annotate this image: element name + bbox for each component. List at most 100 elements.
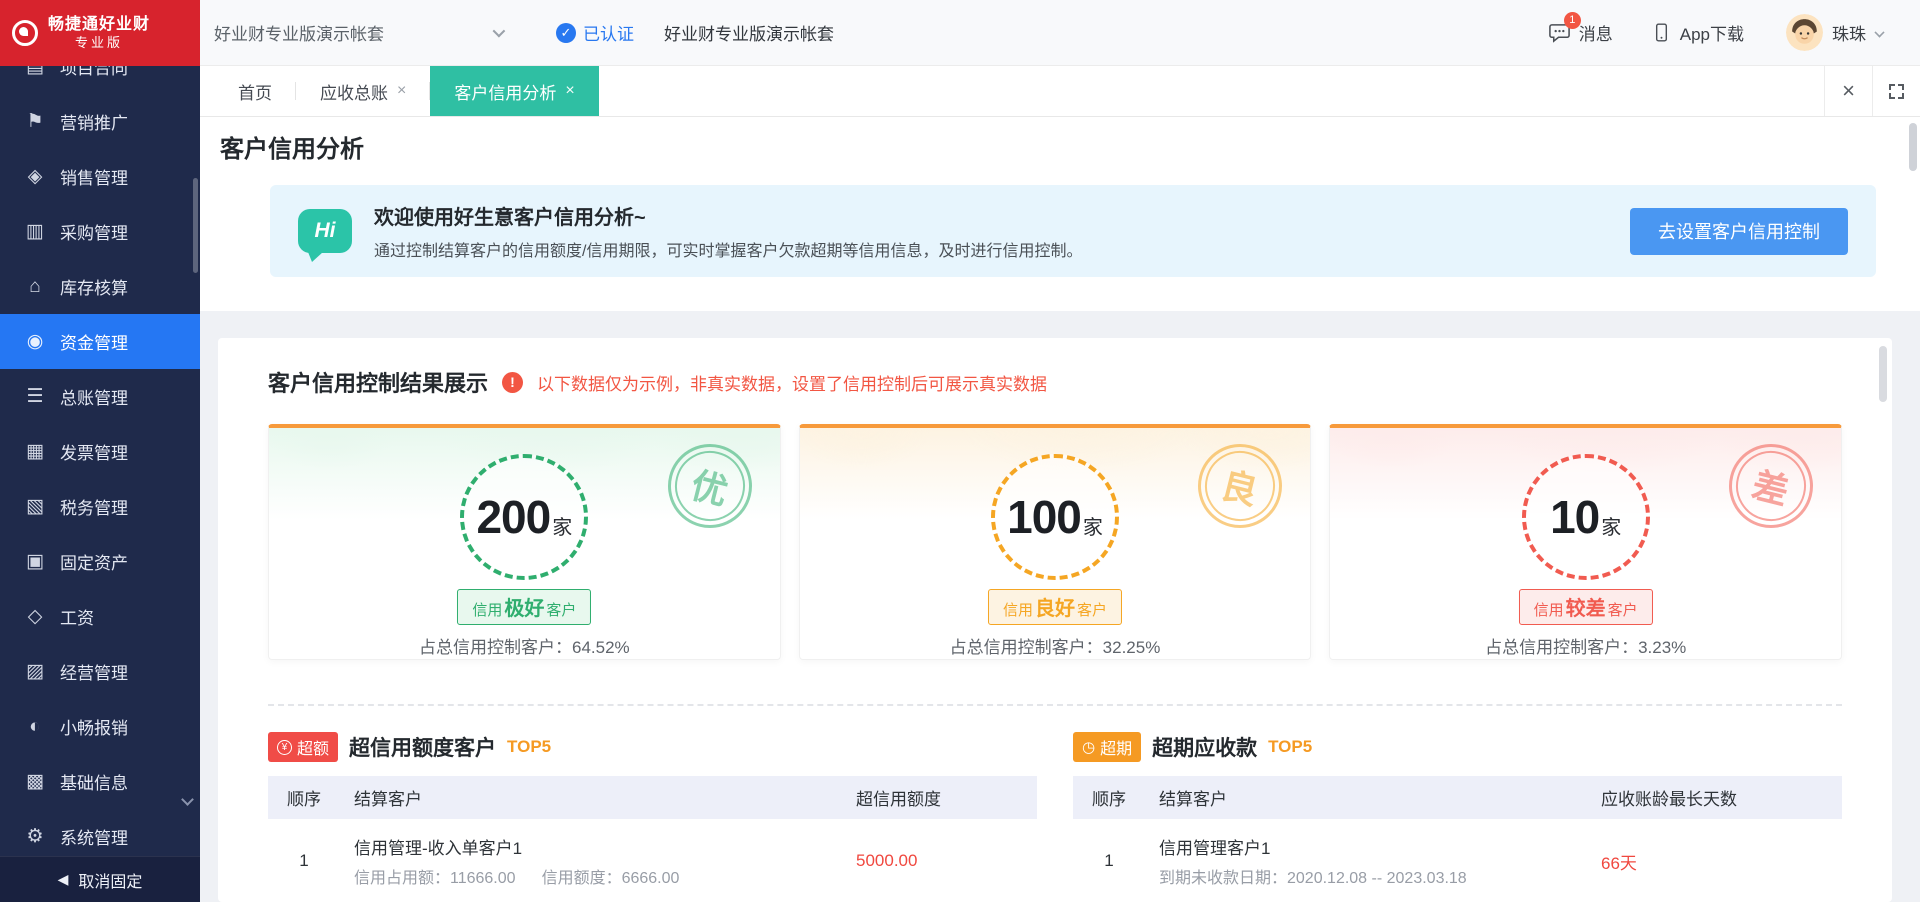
card-icon: ◇ (27, 606, 43, 627)
table-row: 1 信用管理-收入单客户1 信用占用额：11666.00 信用额度：6666.0… (268, 819, 1037, 900)
panel-scrollbar[interactable] (1879, 346, 1887, 402)
table-header-row: 顺序 结算客户 超信用额度 (268, 776, 1037, 819)
row-seq: 1 (299, 851, 309, 870)
warehouse-icon: ⌂ (29, 275, 41, 297)
share-text: 占总信用控制客户：32.25% (949, 638, 1161, 657)
ledger-icon: ☰ (26, 386, 44, 407)
gear-icon: ⚙ (26, 826, 44, 847)
bag-icon: ▥ (26, 221, 44, 242)
banner-subtitle: 通过控制结算客户的信用额度/信用期限，可实时掌握客户欠款超期等信用信息，及时进行… (374, 243, 1083, 260)
sidebar-item-funds[interactable]: ◉ 资金管理 (0, 314, 200, 369)
fullscreen-icon (1889, 83, 1904, 99)
sidebar-item-system[interactable]: ⚙ 系统管理 (0, 809, 200, 856)
sidebar-item-base-info[interactable]: ▩ 基础信息 (0, 754, 200, 809)
sidebar-item-label: 小畅报销 (60, 719, 128, 738)
sidebar-item-label: 采购管理 (60, 224, 128, 243)
brand-logo-icon (12, 20, 38, 46)
sidebar-item-sales[interactable]: ◈ 销售管理 (0, 149, 200, 204)
customer-detail: 信用占用额：11666.00 信用额度：6666.00 (354, 870, 680, 887)
diamond-icon: ◈ (27, 166, 43, 187)
sidebar-item-label: 税务管理 (60, 499, 128, 518)
row-seq: 1 (1104, 851, 1114, 870)
column-header: 结算客户 (1145, 776, 1587, 819)
grid-icon: ▩ (26, 771, 44, 792)
column-header: 顺序 (1073, 776, 1145, 819)
close-all-tabs-button[interactable]: × (1824, 66, 1872, 116)
brand-logo[interactable]: 畅捷通好业财 专业版 (0, 0, 200, 66)
top5-label: TOP5 (1268, 737, 1313, 756)
sidebar-item-project-contract[interactable]: ▤ 项目合同 (0, 66, 200, 94)
gauge-ring: 200 家 (460, 454, 589, 580)
sidebar-item-label: 固定资产 (60, 554, 128, 573)
count-unit: 家 (1082, 517, 1103, 539)
sidebar-item-tax[interactable]: ▧ 税务管理 (0, 479, 200, 534)
hi-text: Hi (314, 219, 336, 242)
over-limit-section: ¥ 超额 超信用额度客户 TOP5 顺序 结算客户 超信用额度 1 信用管理-收… (268, 732, 1037, 900)
sidebar-item-operations[interactable]: ▨ 经营管理 (0, 644, 200, 699)
tab-receivables-ledger[interactable]: 应收总账 × (296, 66, 431, 116)
certified-badge: ✓ 已认证 (556, 20, 634, 45)
customer-count: 10 (1550, 491, 1600, 543)
customer-detail: 到期未收款日期：2020.12.08 -- 2023.03.18 (1159, 870, 1467, 887)
main-area: 好业财专业版演示帐套 ✓ 已认证 好业财专业版演示帐套 1 消息 App下载 珠… (200, 0, 1920, 902)
overdue-days: 66天 (1601, 853, 1637, 873)
fullscreen-button[interactable] (1872, 66, 1920, 116)
user-name: 珠珠 (1832, 25, 1866, 44)
sidebar-item-purchasing[interactable]: ▥ 采购管理 (0, 204, 200, 259)
certified-label: 已认证 (583, 25, 634, 44)
tab-credit-analysis[interactable]: 客户信用分析 × (430, 66, 599, 116)
close-tab-icon[interactable]: × (397, 83, 406, 99)
brand-name: 畅捷通好业财 专业版 (48, 15, 150, 51)
overdue-section: ◷ 超期 超期应收款 TOP5 顺序 结算客户 应收账龄最长天数 1 信用管理客… (1073, 732, 1842, 900)
sidebar-item-label: 基础信息 (60, 774, 128, 793)
table-header-row: 顺序 结算客户 应收账龄最长天数 (1073, 776, 1842, 819)
row-customer: 信用管理客户1 到期未收款日期：2020.12.08 -- 2023.03.18 (1145, 819, 1587, 900)
sidebar-item-label: 发票管理 (60, 444, 128, 463)
sidebar-item-general-ledger[interactable]: ☰ 总账管理 (0, 369, 200, 424)
sidebar-item-label: 总账管理 (60, 389, 128, 408)
column-header: 结算客户 (340, 776, 842, 819)
column-header: 顺序 (268, 776, 340, 819)
close-tab-icon[interactable]: × (565, 83, 574, 99)
chevron-down-icon (1874, 27, 1885, 38)
sidebar-item-label: 销售管理 (60, 169, 128, 188)
user-menu[interactable]: 珠珠 (1786, 14, 1890, 51)
sample-data-notice: 以下数据仅为示例，非真实数据，设置了信用控制后可展示真实数据 (537, 374, 1048, 394)
overdue-header: ◷ 超期 超期应收款 TOP5 (1073, 732, 1842, 762)
clock-icon: ◷ (1082, 738, 1096, 756)
account-selector[interactable]: 好业财专业版演示帐套 (214, 20, 508, 45)
top5-tables: ¥ 超额 超信用额度客户 TOP5 顺序 结算客户 超信用额度 1 信用管理-收… (268, 732, 1842, 900)
sidebar-item-expense[interactable]: ◐ 小畅报销 (0, 699, 200, 754)
column-header: 应收账龄最长天数 (1587, 776, 1842, 819)
sidebar-item-marketing[interactable]: ⚑ 营销推广 (0, 94, 200, 149)
sidebar-item-invoices[interactable]: ▦ 发票管理 (0, 424, 200, 479)
app-download-button[interactable]: App下载 (1651, 20, 1744, 45)
messages-button[interactable]: 1 消息 (1548, 12, 1613, 45)
brand-name-line1: 畅捷通好业财 (48, 15, 151, 33)
tab-label: 首页 (238, 83, 272, 103)
sidebar-item-label: 工资 (60, 609, 94, 628)
message-count-badge: 1 (1563, 12, 1581, 29)
setup-credit-control-button[interactable]: 去设置客户信用控制 (1630, 207, 1848, 255)
credit-card-good: 良 100 家 信用 良好 客户 占总信用控制客户：32.25% (798, 424, 1312, 660)
credit-level-badge: 信用 极好 客户 (457, 589, 592, 625)
unpin-button[interactable]: ◀ 取消固定 (0, 856, 200, 902)
sidebar-scrollbar[interactable] (193, 178, 198, 273)
tab-label: 客户信用分析 (454, 83, 557, 103)
sidebar-item-label: 系统管理 (60, 829, 128, 848)
sidebar-item-inventory[interactable]: ⌂ 库存核算 (0, 259, 200, 314)
app-download-label: App下载 (1679, 25, 1744, 44)
sidebar: 畅捷通好业财 专业版 ▤ 项目合同 ⚑ 营销推广 ◈ 销售管理 ▥ 采购管理 ⌂ 库存核算… (0, 0, 200, 902)
sidebar-item-payroll[interactable]: ◇ 工资 (0, 589, 200, 644)
banner-title: 欢迎使用好生意客户信用分析~ (374, 207, 646, 229)
tab-home[interactable]: 首页 (214, 66, 296, 116)
credit-card-excellent: 优 200 家 信用 极好 客户 占总信用控制客户：64.52% (268, 424, 781, 660)
results-header: 客户信用控制结果展示 ! 以下数据仅为示例，非真实数据，设置了信用控制后可展示真… (268, 366, 1842, 398)
messages-label: 消息 (1578, 25, 1613, 44)
welcome-banner: Hi 欢迎使用好生意客户信用分析~ 通过控制结算客户的信用额度/信用期限，可实时… (270, 185, 1876, 277)
app-root: 畅捷通好业财 专业版 ▤ 项目合同 ⚑ 营销推广 ◈ 销售管理 ▥ 采购管理 ⌂ 库存核算… (0, 0, 1920, 902)
phone-icon (1655, 23, 1667, 42)
sidebar-item-fixed-assets[interactable]: ▣ 固定资产 (0, 534, 200, 589)
topbar: 好业财专业版演示帐套 ✓ 已认证 好业财专业版演示帐套 1 消息 App下载 珠… (200, 0, 1920, 66)
page-scrollbar[interactable] (1909, 123, 1917, 171)
